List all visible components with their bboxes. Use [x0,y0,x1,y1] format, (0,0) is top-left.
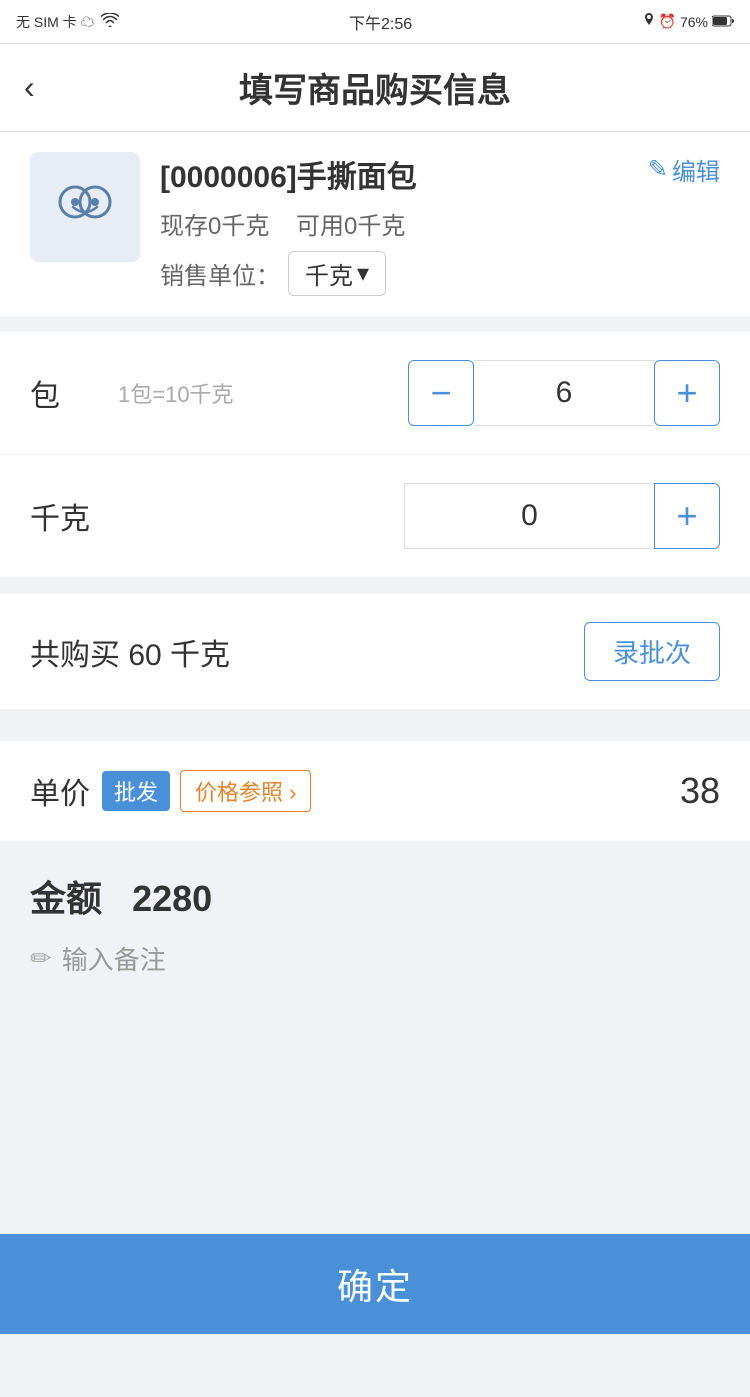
price-reference-button[interactable]: 价格参照 › [180,770,311,812]
status-right: ⏰ 76% [643,13,734,30]
kg-quantity-row: 千克 + [0,455,750,578]
status-left: 无 SIM 卡 ☁ [16,12,119,32]
alarm-icon: ⏰ [659,13,676,30]
edit-icon: ✎ [648,155,668,184]
status-bar: 无 SIM 卡 ☁ 下午2:56 ⏰ 76% [0,0,750,44]
quantity-section: 包 1包=10千克 − + 千克 + [0,332,750,578]
bag-quantity-controls: − + [408,360,720,426]
divider [0,725,750,741]
summary-section: 共购买 60 千克 录批次 [0,594,750,709]
bag-quantity-row: 包 1包=10千克 − + [0,332,750,455]
amount-row: 金额 2280 [30,870,720,922]
product-unit: 销售单位： 千克 ▾ [160,251,720,296]
price-row: 单价 批发 价格参照 › 38 [0,741,750,842]
battery-label: 76% [680,14,708,30]
empty-space [0,997,750,1397]
edit-button[interactable]: ✎ 编辑 [648,152,720,187]
summary-text: 共购买 60 千克 [30,630,230,674]
kg-label: 千克 [30,494,110,538]
note-row[interactable]: ✏ 输入备注 [30,940,720,977]
amount-section: 金额 2280 ✏ 输入备注 [0,842,750,997]
back-button[interactable]: ‹ [24,69,35,106]
kg-increment-button[interactable]: + [654,483,720,549]
sim-label: 无 SIM 卡 ☁ [16,12,95,32]
product-image [30,152,140,262]
kg-quantity-input[interactable] [404,483,654,549]
price-type-tag: 批发 [102,771,170,811]
chevron-down-icon: ▾ [357,259,369,288]
nav-bar: ‹ 填写商品购买信息 [0,44,750,132]
price-section: 单价 批发 价格参照 › 38 [0,741,750,842]
product-name: [0000006]手撕面包 [160,152,417,196]
bag-increment-button[interactable]: + [654,360,720,426]
bag-quantity-input[interactable] [474,360,654,426]
product-stock: 现存0千克 可用0千克 [160,206,720,241]
price-value: 38 [680,770,720,812]
product-section: [0000006]手撕面包 ✎ 编辑 现存0千克 可用0千克 销售单位： 千克 … [0,132,750,316]
confirm-button[interactable]: 确定 [0,1234,750,1334]
product-info: [0000006]手撕面包 ✎ 编辑 现存0千克 可用0千克 销售单位： 千克 … [160,152,720,296]
bag-hint: 1包=10千克 [118,377,408,409]
wifi-icon [101,13,119,30]
status-time: 下午2:56 [349,10,412,34]
battery-icon [712,14,734,30]
note-placeholder: 输入备注 [62,940,166,977]
bag-decrement-button[interactable]: − [408,360,474,426]
location-icon [643,13,655,30]
page-title: 填写商品购买信息 [239,63,511,112]
batch-button[interactable]: 录批次 [584,622,720,681]
bag-label: 包 [30,371,110,415]
price-label: 单价 [30,769,90,813]
unit-selector[interactable]: 千克 ▾ [288,251,386,296]
kg-quantity-controls: + [404,483,720,549]
pencil-icon: ✏ [30,943,52,974]
